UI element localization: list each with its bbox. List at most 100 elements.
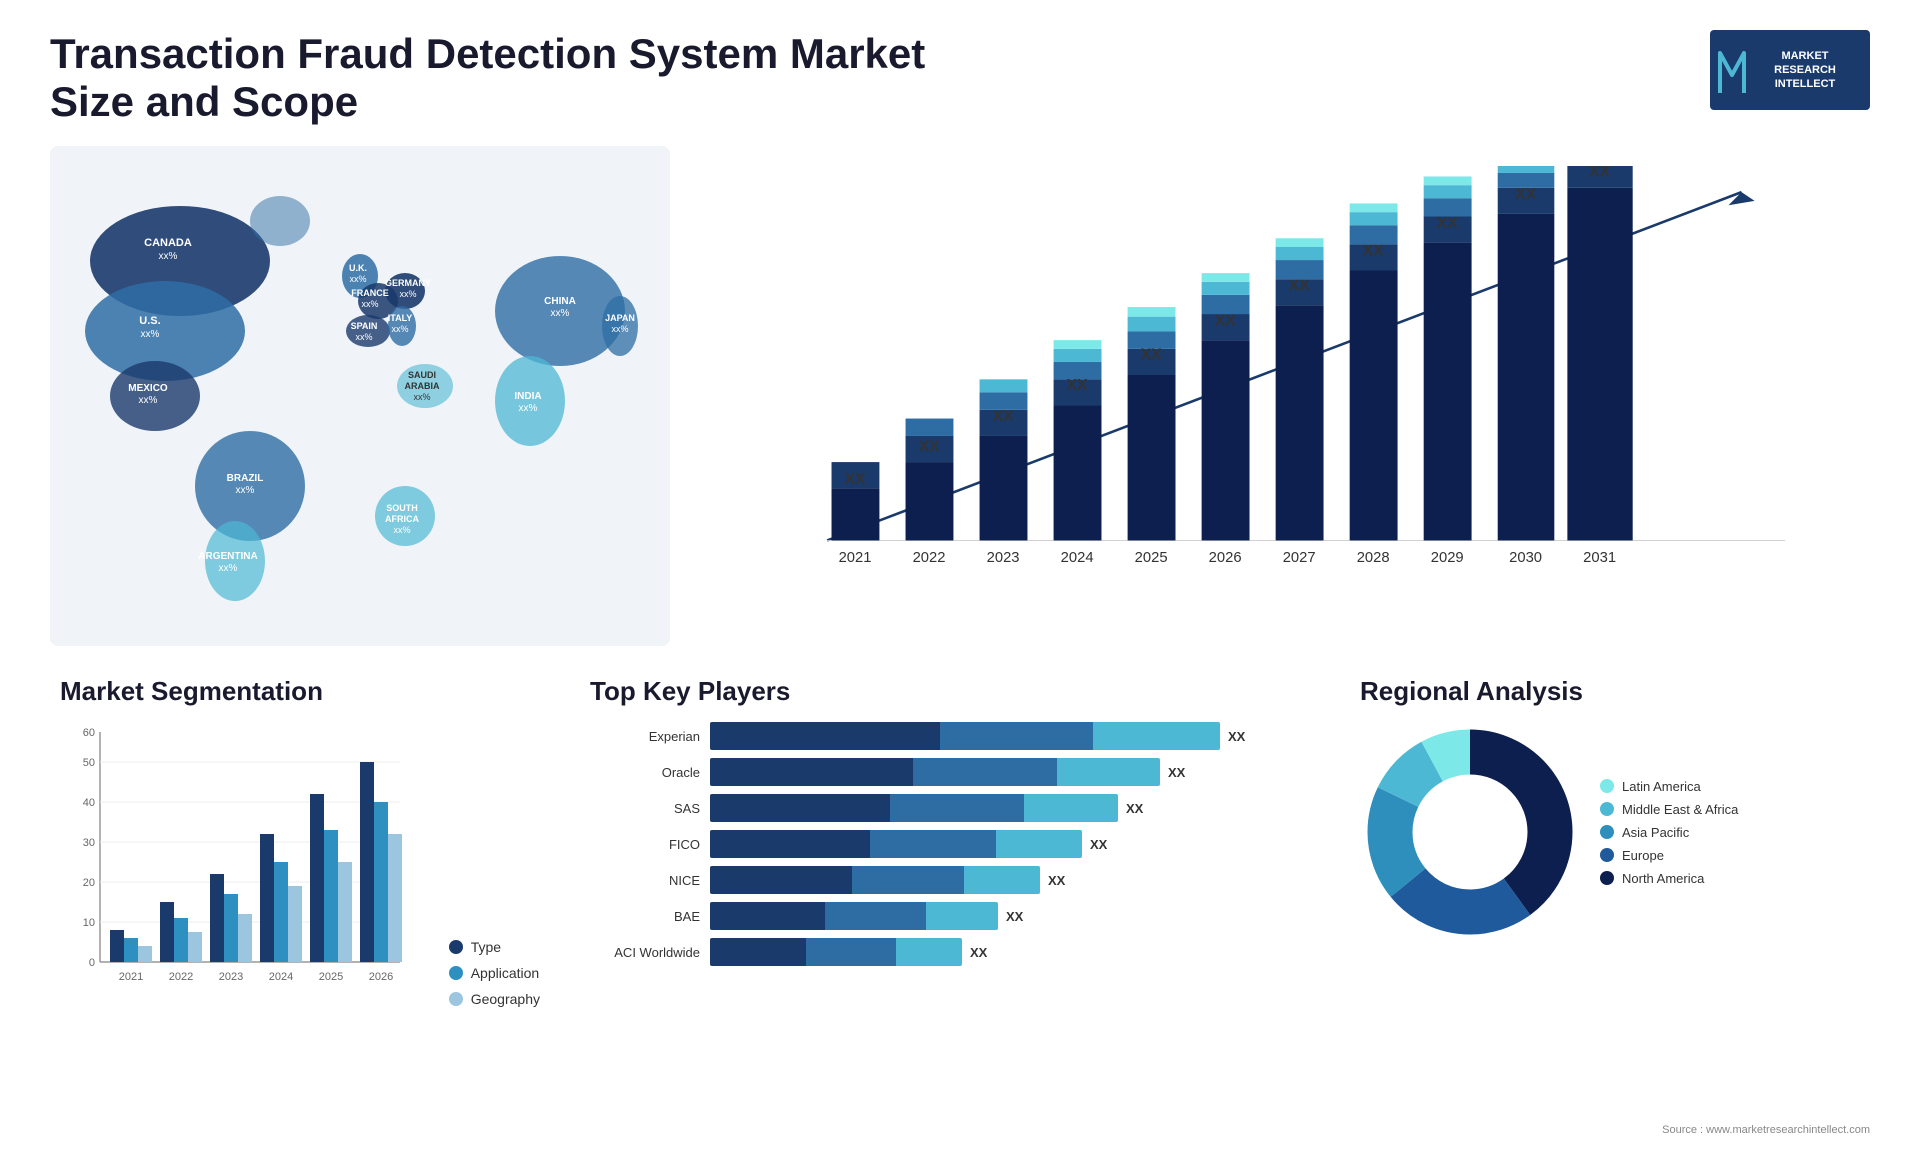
player-bar-container: XX — [710, 758, 1310, 786]
svg-text:CANADA: CANADA — [144, 237, 192, 249]
legend-na-dot — [1600, 871, 1614, 885]
legend-latin-label: Latin America — [1622, 779, 1701, 794]
player-bar-container: XX — [710, 722, 1310, 750]
svg-text:xx%: xx% — [611, 324, 628, 334]
player-row-experian: Experian XX — [590, 722, 1310, 750]
svg-text:U.S.: U.S. — [139, 315, 160, 327]
svg-text:2025: 2025 — [319, 971, 343, 983]
svg-text:BRAZIL: BRAZIL — [227, 473, 264, 484]
players-list: Experian XX Oracle — [590, 722, 1310, 966]
header: Transaction Fraud Detection System Marke… — [50, 30, 1870, 126]
legend-latin-dot — [1600, 779, 1614, 793]
svg-text:0: 0 — [89, 957, 95, 969]
logo-icon — [1718, 45, 1746, 95]
svg-text:xx%: xx% — [219, 563, 238, 574]
svg-text:FRANCE: FRANCE — [351, 288, 389, 298]
player-row-nice: NICE XX — [590, 866, 1310, 894]
map-section: CANADA xx% U.S. xx% MEXICO xx% BRAZIL xx… — [50, 146, 670, 646]
segmentation-section: Market Segmentation — [50, 666, 550, 1162]
svg-text:xx%: xx% — [413, 392, 430, 402]
player-name: ACI Worldwide — [590, 945, 700, 960]
regional-legend: Latin America Middle East & Africa Asia … — [1600, 779, 1738, 886]
page-container: Transaction Fraud Detection System Marke… — [0, 0, 1920, 1146]
player-name: Experian — [590, 729, 700, 744]
player-row-oracle: Oracle XX — [590, 758, 1310, 786]
bar-chart-section: XX XX XX XX — [690, 146, 1870, 646]
svg-text:XX: XX — [1067, 377, 1088, 394]
svg-text:SAUDI: SAUDI — [408, 370, 436, 380]
svg-text:2026: 2026 — [1209, 550, 1242, 566]
svg-text:CHINA: CHINA — [544, 296, 576, 307]
player-bar-container: XX — [710, 902, 1310, 930]
legend-europe-label: Europe — [1622, 848, 1664, 863]
player-row-aci: ACI Worldwide XX — [590, 938, 1310, 966]
svg-text:60: 60 — [83, 727, 95, 739]
player-value: XX — [1006, 909, 1023, 924]
player-value: XX — [970, 945, 987, 960]
segmentation-title: Market Segmentation — [60, 676, 540, 707]
svg-text:XX: XX — [1363, 243, 1384, 260]
legend-type: Type — [449, 939, 540, 955]
svg-text:2027: 2027 — [1283, 550, 1316, 566]
legend-mea: Middle East & Africa — [1600, 802, 1738, 817]
legend-latin: Latin America — [1600, 779, 1738, 794]
player-bar-container: XX — [710, 866, 1310, 894]
legend-app-label: Application — [471, 965, 540, 981]
legend-geo-label: Geography — [471, 991, 540, 1007]
svg-text:2021: 2021 — [119, 971, 143, 983]
svg-text:xx%: xx% — [139, 395, 158, 406]
svg-text:20: 20 — [83, 877, 95, 889]
svg-text:U.K.: U.K. — [349, 263, 367, 273]
legend-europe-dot — [1600, 848, 1614, 862]
svg-text:40: 40 — [83, 797, 95, 809]
svg-text:xx%: xx% — [159, 251, 178, 262]
player-value: XX — [1168, 765, 1185, 780]
svg-text:xx%: xx% — [399, 289, 416, 299]
regional-content: Latin America Middle East & Africa Asia … — [1360, 722, 1860, 942]
svg-text:2030: 2030 — [1509, 550, 1542, 566]
svg-text:XX: XX — [993, 408, 1014, 425]
player-row-fico: FICO XX — [590, 830, 1310, 858]
legend-apac: Asia Pacific — [1600, 825, 1738, 840]
svg-text:xx%: xx% — [141, 329, 160, 340]
svg-text:XX: XX — [1289, 278, 1310, 295]
legend-europe: Europe — [1600, 848, 1738, 863]
svg-text:ARABIA: ARABIA — [405, 381, 440, 391]
svg-text:XX: XX — [1515, 186, 1536, 203]
logo-text: MARKET RESEARCH INTELLECT — [1744, 49, 1836, 92]
player-name: SAS — [590, 801, 700, 816]
svg-text:ITALY: ITALY — [388, 313, 413, 323]
svg-text:xx%: xx% — [391, 324, 408, 334]
player-row-bae: BAE XX — [590, 902, 1310, 930]
regional-section: Regional Analysis — [1350, 666, 1870, 1162]
regional-title: Regional Analysis — [1360, 676, 1860, 707]
svg-text:MEXICO: MEXICO — [128, 383, 168, 394]
svg-text:XX: XX — [1141, 346, 1162, 363]
svg-text:SPAIN: SPAIN — [351, 321, 378, 331]
legend-apac-label: Asia Pacific — [1622, 825, 1689, 840]
svg-text:INDIA: INDIA — [514, 391, 541, 402]
svg-text:xx%: xx% — [519, 403, 538, 414]
svg-text:AFRICA: AFRICA — [385, 514, 419, 524]
svg-text:2024: 2024 — [1061, 550, 1094, 566]
seg-chart-area: 0 10 20 30 40 50 60 — [60, 722, 540, 1007]
svg-text:2021: 2021 — [839, 550, 872, 566]
legend-na: North America — [1600, 871, 1738, 886]
players-section: Top Key Players Experian XX — [580, 666, 1320, 1162]
svg-text:JAPAN: JAPAN — [605, 313, 635, 323]
svg-text:xx%: xx% — [236, 485, 255, 496]
segmentation-chart: 0 10 20 30 40 50 60 — [60, 722, 410, 1002]
players-title: Top Key Players — [590, 676, 1310, 707]
svg-text:30: 30 — [83, 837, 95, 849]
legend-na-label: North America — [1622, 871, 1704, 886]
svg-text:XX: XX — [1437, 215, 1458, 232]
svg-text:xx%: xx% — [361, 299, 378, 309]
player-name: FICO — [590, 837, 700, 852]
svg-text:2025: 2025 — [1135, 550, 1168, 566]
player-value: XX — [1048, 873, 1065, 888]
legend-mea-label: Middle East & Africa — [1622, 802, 1738, 817]
legend-app-dot — [449, 966, 463, 980]
svg-text:2031: 2031 — [1583, 550, 1616, 566]
player-value: XX — [1126, 801, 1143, 816]
svg-text:xx%: xx% — [349, 274, 366, 284]
